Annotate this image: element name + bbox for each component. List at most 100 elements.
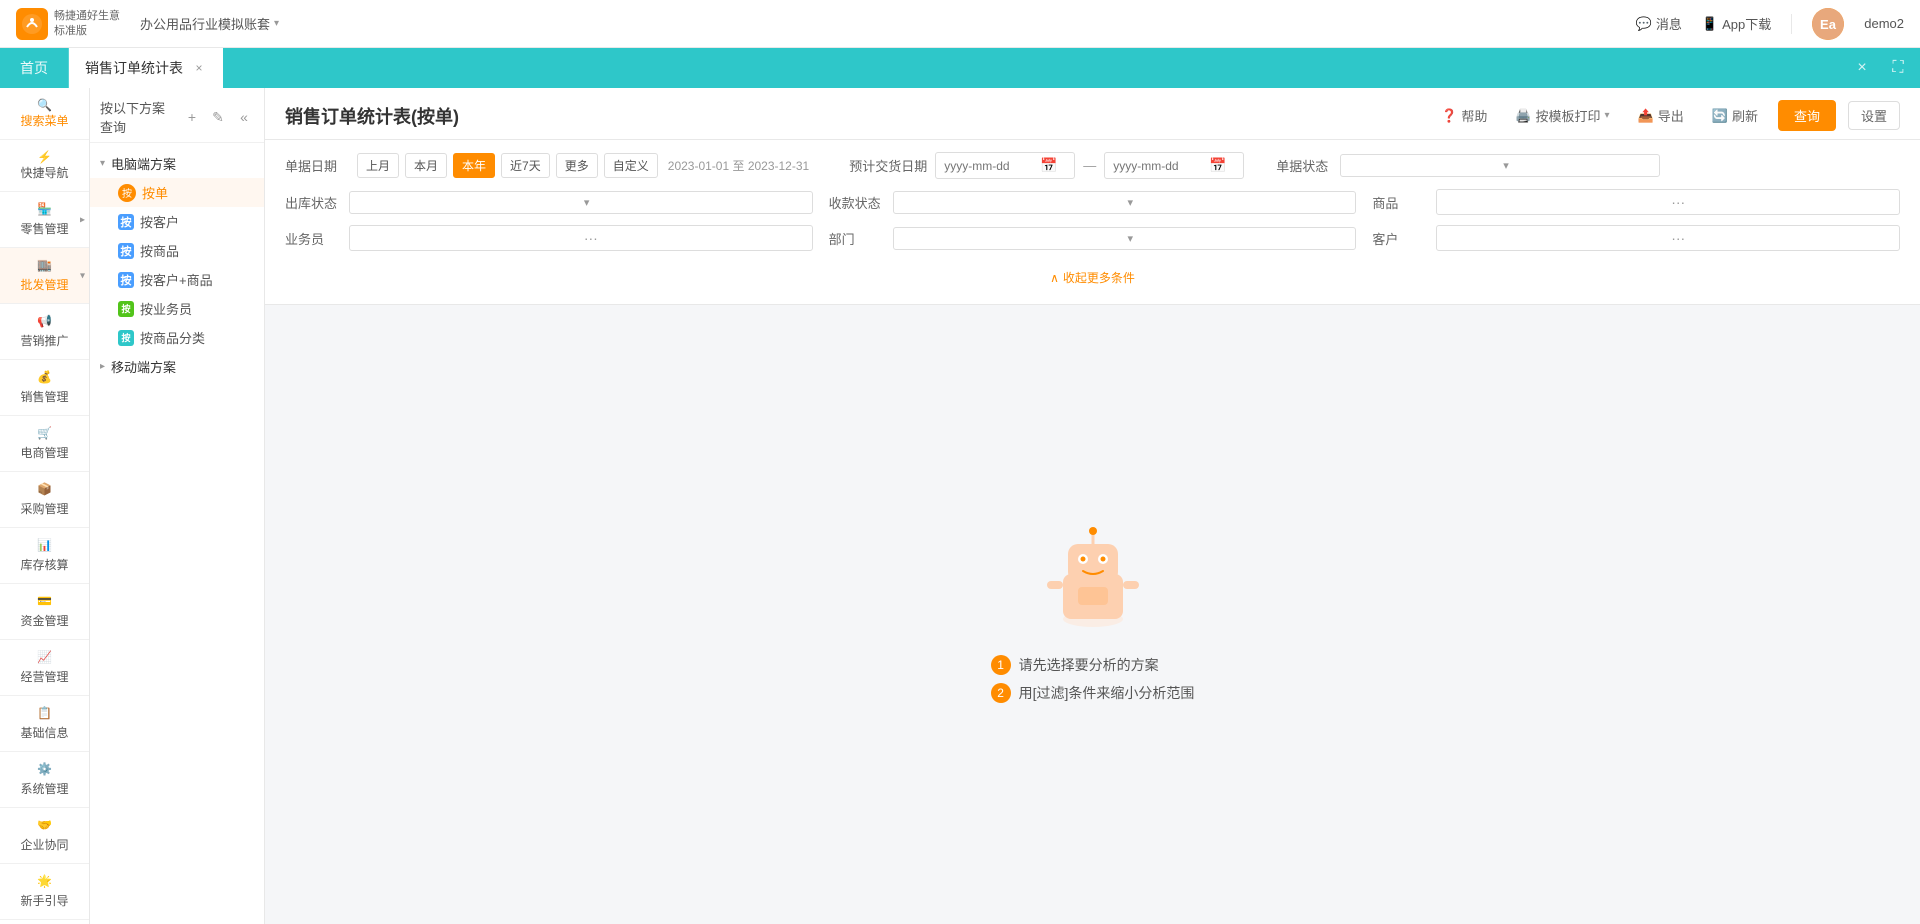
workspace-selector[interactable]: 办公用品行业模拟账套 ▾ xyxy=(132,10,287,37)
customer-filter-col: 客户 ··· xyxy=(1372,225,1900,251)
tab-maximize-btn[interactable]: ⛶ xyxy=(1884,54,1912,82)
export-btn[interactable]: 📤 导出 xyxy=(1630,102,1692,129)
sidebar-item-wholesale[interactable]: 🏬 批发管理 ▾ xyxy=(0,248,89,304)
help-btn[interactable]: ❓ 帮助 xyxy=(1433,102,1495,129)
sidebar-item-purchase[interactable]: 📦 采购管理 xyxy=(0,472,89,528)
app-download-btn[interactable]: 📱 App下载 xyxy=(1702,14,1771,33)
date-btn-7days[interactable]: 近7天 xyxy=(501,153,550,178)
query-btn[interactable]: 查询 xyxy=(1778,100,1836,131)
status-select[interactable]: ▾ xyxy=(1340,154,1660,177)
empty-illustration xyxy=(1033,519,1153,639)
tree-group-mobile-header[interactable]: ▸ 移动端方案 xyxy=(90,352,264,381)
message-btn[interactable]: 💬 消息 xyxy=(1636,14,1682,33)
main-panel: 销售订单统计表(按单) ❓ 帮助 🖨️ 按模板打印 ▾ 📤 导出 xyxy=(265,88,1920,924)
scheme-panel-title: 按以下方案查询 xyxy=(100,98,176,136)
payment-select[interactable]: ▾ xyxy=(893,191,1357,214)
settings-btn[interactable]: 设置 xyxy=(1848,101,1900,130)
sidebar-item-basic[interactable]: 📋 基础信息 xyxy=(0,696,89,752)
tree-item-by-salesman[interactable]: 按 按业务员 xyxy=(90,294,264,323)
top-header: 畅捷通好生意 标准版 办公用品行业模拟账套 ▾ 💬 消息 📱 App下载 Ea … xyxy=(0,0,1920,48)
tree-item-by-product[interactable]: 按 按商品 xyxy=(90,236,264,265)
tree-item-by-customer[interactable]: 按 按客户 xyxy=(90,207,264,236)
newbie-icon: 🌟 xyxy=(37,874,52,888)
sidebar-item-label: 销售管理 xyxy=(20,388,68,405)
sidebar-item-label: 零售管理 xyxy=(20,220,68,237)
sidebar-item-sales[interactable]: 💰 销售管理 xyxy=(0,360,89,416)
tip1-text: 请先选择要分析的方案 xyxy=(1019,655,1159,675)
calendar-end-icon[interactable]: 📅 xyxy=(1209,157,1226,174)
scheme-edit-btn[interactable]: ✎ xyxy=(208,107,228,127)
date-btn-more[interactable]: 更多 xyxy=(556,153,598,178)
tree-item-by-category[interactable]: 按 按商品分类 xyxy=(90,323,264,352)
workspace-chevron-icon: ▾ xyxy=(274,18,279,29)
date-btn-custom[interactable]: 自定义 xyxy=(604,153,658,178)
empty-state: 1 请先选择要分析的方案 2 用[过滤]条件来缩小分析范围 xyxy=(265,305,1920,924)
user-avatar[interactable]: Ea xyxy=(1812,8,1844,40)
refresh-btn[interactable]: 🔄 刷新 xyxy=(1704,102,1766,129)
salesman-select[interactable]: ··· xyxy=(349,225,813,251)
tree-item-by-order[interactable]: 按 按单 xyxy=(90,178,264,207)
tree-group-pc: ▾ 电脑端方案 按 按单 按 按客户 按 按商品 xyxy=(90,149,264,352)
scheme-collapse-btn[interactable]: « xyxy=(234,107,254,127)
sidebar-item-operations[interactable]: 📈 经营管理 xyxy=(0,640,89,696)
filter-date-btns: 上月 本月 本年 近7天 更多 自定义 2023-01-01 至 2023-12… xyxy=(357,153,809,178)
tab-close-icon[interactable]: × xyxy=(191,60,207,76)
sidebar-item-inventory[interactable]: 📊 库存核算 xyxy=(0,528,89,584)
product-select[interactable]: ··· xyxy=(1436,189,1900,215)
customer-select[interactable]: ··· xyxy=(1436,225,1900,251)
tab-bar-right: × ⛶ xyxy=(1848,54,1920,82)
tree-item-by-product-label: 按商品 xyxy=(140,241,179,260)
salesman-dots-icon[interactable]: ··· xyxy=(584,230,804,246)
sidebar-quicknav-btn[interactable]: ⚡ 快捷导航 xyxy=(0,140,89,192)
sidebar-item-label: 电商管理 xyxy=(20,444,68,461)
product-dots-icon[interactable]: ··· xyxy=(1671,194,1891,210)
sidebar-search-btn[interactable]: 🔍 搜索菜单 xyxy=(0,88,89,140)
sidebar-item-appcenter[interactable]: 🔲 应用中心 xyxy=(0,920,89,924)
tree-group-mobile: ▸ 移动端方案 xyxy=(90,352,264,381)
sidebar-item-retail[interactable]: 🏪 零售管理 ▸ xyxy=(0,192,89,248)
empty-tip-1: 1 请先选择要分析的方案 xyxy=(991,655,1195,675)
tree-item-by-cust-prod[interactable]: 按 按客户+商品 xyxy=(90,265,264,294)
finance-icon: 💳 xyxy=(37,594,52,608)
scheme-panel-header: 按以下方案查询 + ✎ « xyxy=(90,88,264,143)
sidebar-item-newbie[interactable]: 🌟 新手引导 xyxy=(0,864,89,920)
collapse-btn[interactable]: ∧ 收起更多条件 xyxy=(285,265,1900,290)
expected-date-end-input[interactable]: 📅 xyxy=(1104,152,1244,179)
calendar-start-icon[interactable]: 📅 xyxy=(1040,157,1057,174)
empty-tip-2: 2 用[过滤]条件来缩小分析范围 xyxy=(991,683,1195,703)
tip2-text: 用[过滤]条件来缩小分析范围 xyxy=(1019,683,1195,703)
sidebar-item-system[interactable]: ⚙️ 系统管理 xyxy=(0,752,89,808)
sidebar-item-label: 批发管理 xyxy=(20,276,68,293)
scheme-add-btn[interactable]: + xyxy=(182,107,202,127)
expected-date-start-input[interactable]: 📅 xyxy=(935,152,1075,179)
svg-text:Ea: Ea xyxy=(1820,17,1837,32)
date-start-field[interactable] xyxy=(944,159,1034,173)
outbound-select[interactable]: ▾ xyxy=(349,191,813,214)
sidebar-item-ecommerce[interactable]: 🛒 电商管理 xyxy=(0,416,89,472)
tab-home[interactable]: 首页 xyxy=(0,48,69,88)
wholesale-icon: 🏬 xyxy=(37,258,52,272)
date-btn-this-month[interactable]: 本月 xyxy=(405,153,447,178)
sidebar-nav-label: 快捷导航 xyxy=(8,164,81,181)
tree-group-mobile-label: 移动端方案 xyxy=(111,357,176,376)
tab-sales-order[interactable]: 销售订单统计表 × xyxy=(69,48,223,88)
page-title-bar: 销售订单统计表(按单) ❓ 帮助 🖨️ 按模板打印 ▾ 📤 导出 xyxy=(265,88,1920,140)
tab-minimize-btn[interactable]: × xyxy=(1848,54,1876,82)
sidebar-item-enterprise[interactable]: 🤝 企业协同 xyxy=(0,808,89,864)
print-btn[interactable]: 🖨️ 按模板打印 ▾ xyxy=(1507,102,1617,129)
outbound-label: 出库状态 xyxy=(285,193,341,212)
date-btn-last-month[interactable]: 上月 xyxy=(357,153,399,178)
sidebar-item-label: 营销推广 xyxy=(20,332,68,349)
app-download-label: App下载 xyxy=(1722,14,1771,33)
system-icon: ⚙️ xyxy=(37,762,52,776)
by-product-icon: 按 xyxy=(118,243,134,259)
department-select[interactable]: ▾ xyxy=(893,227,1357,250)
date-end-field[interactable] xyxy=(1113,159,1203,173)
tree-group-pc-header[interactable]: ▾ 电脑端方案 xyxy=(90,149,264,178)
user-name[interactable]: demo2 xyxy=(1864,16,1904,31)
sidebar-item-marketing[interactable]: 📢 营销推广 xyxy=(0,304,89,360)
date-btn-this-year[interactable]: 本年 xyxy=(453,153,495,178)
sidebar-item-finance[interactable]: 💳 资金管理 xyxy=(0,584,89,640)
collapse-label: 收起更多条件 xyxy=(1063,269,1135,286)
customer-dots-icon[interactable]: ··· xyxy=(1671,230,1891,246)
